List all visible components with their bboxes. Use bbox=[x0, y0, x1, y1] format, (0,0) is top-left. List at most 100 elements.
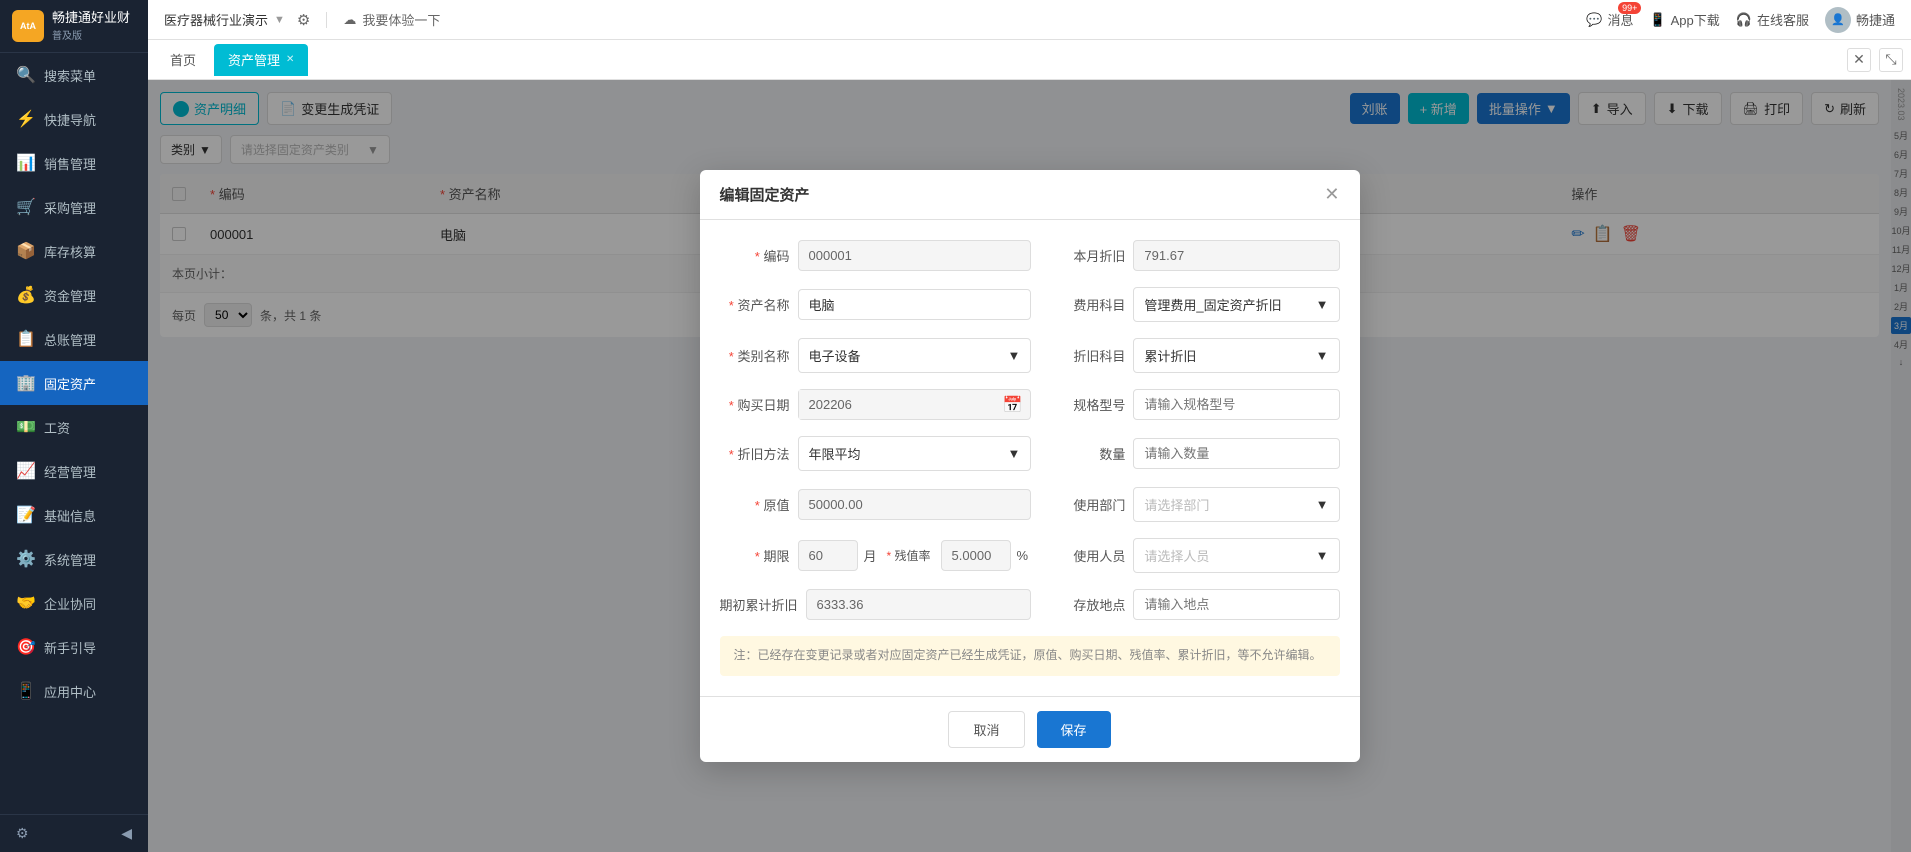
code-label-text: 编码 bbox=[763, 249, 789, 264]
user-avatar[interactable]: 👤 畅捷通 bbox=[1825, 7, 1895, 33]
modal-close-btn[interactable]: ✕ bbox=[1324, 184, 1339, 205]
depr-subject-field-row: 折旧科目 累计折旧 ▼ bbox=[1055, 338, 1339, 373]
inventory-icon: 📦 bbox=[16, 241, 34, 261]
tab-close-btn[interactable]: ✕ bbox=[1847, 48, 1871, 72]
sidebar-item-payroll[interactable]: 💵 工资 bbox=[0, 405, 148, 449]
user-select[interactable]: 请选择人员 ▼ bbox=[1133, 538, 1339, 573]
logo-icon: AtA bbox=[12, 10, 44, 42]
chevron-down-icon: ▼ bbox=[1316, 348, 1329, 363]
tab-home[interactable]: 首页 bbox=[156, 44, 210, 76]
quantity-input[interactable] bbox=[1133, 438, 1339, 469]
initial-accum-depr-label: 期初累计折旧 bbox=[720, 595, 798, 614]
sidebar-item-label: 采购管理 bbox=[44, 198, 96, 217]
sidebar-item-system[interactable]: ⚙️ 系统管理 bbox=[0, 537, 148, 581]
spec-label-text: 规格型号 bbox=[1073, 398, 1125, 413]
purchase-date-input-wrapper: 📅 bbox=[798, 389, 1032, 420]
location-input[interactable] bbox=[1133, 589, 1339, 620]
tab-expand-btn[interactable]: ⤡ bbox=[1879, 48, 1903, 72]
tabbar-actions: ✕ ⤡ bbox=[1847, 48, 1903, 72]
tab-asset-mgmt[interactable]: 资产管理 ✕ bbox=[214, 44, 308, 76]
settings-icon[interactable]: ⚙ bbox=[16, 825, 29, 842]
modal-header: 编辑固定资产 ✕ bbox=[700, 170, 1360, 220]
chevron-down-icon: ▼ bbox=[1316, 297, 1329, 312]
finance-icon: 💰 bbox=[16, 285, 34, 305]
depr-subject-select[interactable]: 累计折旧 ▼ bbox=[1133, 338, 1339, 373]
spec-input[interactable] bbox=[1133, 389, 1339, 420]
period-input[interactable] bbox=[798, 540, 858, 571]
name-label-text: 资产名称 bbox=[737, 298, 789, 313]
download-btn[interactable]: 📱 App下载 bbox=[1649, 10, 1719, 29]
sidebar-item-sales[interactable]: 📊 销售管理 bbox=[0, 141, 148, 185]
cancel-button[interactable]: 取消 bbox=[948, 711, 1024, 748]
collab-icon: 🤝 bbox=[16, 593, 34, 613]
code-input[interactable] bbox=[798, 240, 1032, 271]
quantity-label: 数量 bbox=[1055, 444, 1125, 463]
period-residual-field-row: * 期限 月 * 残值率 % bbox=[720, 538, 1032, 573]
modal-grid: * 编码 本月折旧 bbox=[720, 240, 1340, 620]
monthly-depr-input[interactable] bbox=[1133, 240, 1339, 271]
depr-method-value: 年限平均 bbox=[809, 444, 861, 463]
sidebar-nav: 🔍 搜索菜单 ⚡ 快捷导航 📊 销售管理 🛒 采购管理 📦 库存核算 💰 资金管… bbox=[0, 53, 148, 814]
residual-rate-input[interactable] bbox=[941, 540, 1011, 571]
initial-accum-depr-input[interactable] bbox=[806, 589, 1032, 620]
topbar-gear-icon[interactable]: ⚙ bbox=[297, 11, 310, 29]
original-value-input[interactable] bbox=[798, 489, 1032, 520]
expense-subject-label-text: 费用科目 bbox=[1073, 298, 1125, 313]
monthly-depr-label-text: 本月折旧 bbox=[1073, 249, 1125, 264]
topbar-right: 💬 消息 99+ 📱 App下载 🎧 在线客服 👤 畅捷通 bbox=[1586, 7, 1895, 33]
tab-close-icon[interactable]: ✕ bbox=[286, 54, 294, 65]
service-label: 在线客服 bbox=[1757, 10, 1809, 29]
sidebar-item-ledger[interactable]: 📋 总账管理 bbox=[0, 317, 148, 361]
user-placeholder: 请选择人员 bbox=[1144, 546, 1209, 565]
depr-method-field-row: * 折旧方法 年限平均 ▼ bbox=[720, 436, 1032, 471]
sidebar-item-ops[interactable]: 📈 经营管理 bbox=[0, 449, 148, 493]
system-icon: ⚙️ bbox=[16, 549, 34, 569]
sidebar-item-finance[interactable]: 💰 资金管理 bbox=[0, 273, 148, 317]
sidebar-item-quicknav[interactable]: ⚡ 快捷导航 bbox=[0, 97, 148, 141]
sidebar-item-inventory[interactable]: 📦 库存核算 bbox=[0, 229, 148, 273]
purchase-date-label-text: 购买日期 bbox=[737, 398, 789, 413]
location-field-row: 存放地点 bbox=[1055, 589, 1339, 620]
spec-field-row: 规格型号 bbox=[1055, 389, 1339, 420]
sidebar-item-label: 搜索菜单 bbox=[44, 66, 96, 85]
depr-subject-label: 折旧科目 bbox=[1055, 346, 1125, 365]
sidebar-item-appstore[interactable]: 📱 应用中心 bbox=[0, 669, 148, 713]
dept-select[interactable]: 请选择部门 ▼ bbox=[1133, 487, 1339, 522]
collapse-icon[interactable]: ◀ bbox=[121, 825, 132, 842]
sidebar-item-fixed-assets[interactable]: 🏢 固定资产 bbox=[0, 361, 148, 405]
sidebar-item-purchase[interactable]: 🛒 采购管理 bbox=[0, 185, 148, 229]
depr-method-select[interactable]: 年限平均 ▼ bbox=[798, 436, 1032, 471]
purchase-date-input[interactable] bbox=[799, 390, 995, 419]
modal-note: 注：已经存在变更记录或者对应固定资产已经生成凭证，原值、购买日期、残值率、累计折… bbox=[720, 636, 1340, 675]
depr-method-label-text: 折旧方法 bbox=[737, 447, 789, 462]
dept-label-text: 使用部门 bbox=[1073, 498, 1125, 513]
save-button[interactable]: 保存 bbox=[1037, 711, 1111, 748]
calendar-icon[interactable]: 📅 bbox=[995, 395, 1031, 415]
headset-icon: 🎧 bbox=[1736, 12, 1752, 28]
category-select[interactable]: 电子设备 ▼ bbox=[798, 338, 1032, 373]
app-edition: 普及版 bbox=[52, 27, 130, 42]
sidebar-item-label: 基础信息 bbox=[44, 506, 96, 525]
basic-icon: 📝 bbox=[16, 505, 34, 525]
dept-placeholder: 请选择部门 bbox=[1144, 495, 1209, 514]
sidebar-item-guide[interactable]: 🎯 新手引导 bbox=[0, 625, 148, 669]
sidebar-item-basic[interactable]: 📝 基础信息 bbox=[0, 493, 148, 537]
sidebar-item-label: 企业协同 bbox=[44, 594, 96, 613]
expense-subject-value: 管理费用_固定资产折旧 bbox=[1144, 295, 1281, 314]
service-btn[interactable]: 🎧 在线客服 bbox=[1736, 10, 1809, 29]
original-value-field-row: * 原值 bbox=[720, 487, 1032, 522]
notification-badge: 99+ bbox=[1618, 2, 1641, 14]
period-label-text: 期限 bbox=[763, 549, 789, 564]
sidebar-item-collab[interactable]: 🤝 企业协同 bbox=[0, 581, 148, 625]
sidebar-item-search[interactable]: 🔍 搜索菜单 bbox=[0, 53, 148, 97]
expense-subject-select[interactable]: 管理费用_固定资产折旧 ▼ bbox=[1133, 287, 1339, 322]
topbar-experience[interactable]: ☁ 我要体验一下 bbox=[343, 10, 440, 29]
sidebar-item-label: 销售管理 bbox=[44, 154, 96, 173]
notification-btn[interactable]: 💬 消息 99+ bbox=[1586, 10, 1633, 29]
initial-accum-depr-field-row: 期初累计折旧 bbox=[720, 589, 1032, 620]
purchase-icon: 🛒 bbox=[16, 197, 34, 217]
download-label: App下载 bbox=[1671, 10, 1720, 29]
logo-abbr-text: AtA bbox=[20, 21, 36, 31]
expense-subject-field-row: 费用科目 管理费用_固定资产折旧 ▼ bbox=[1055, 287, 1339, 322]
name-input[interactable] bbox=[798, 289, 1032, 320]
